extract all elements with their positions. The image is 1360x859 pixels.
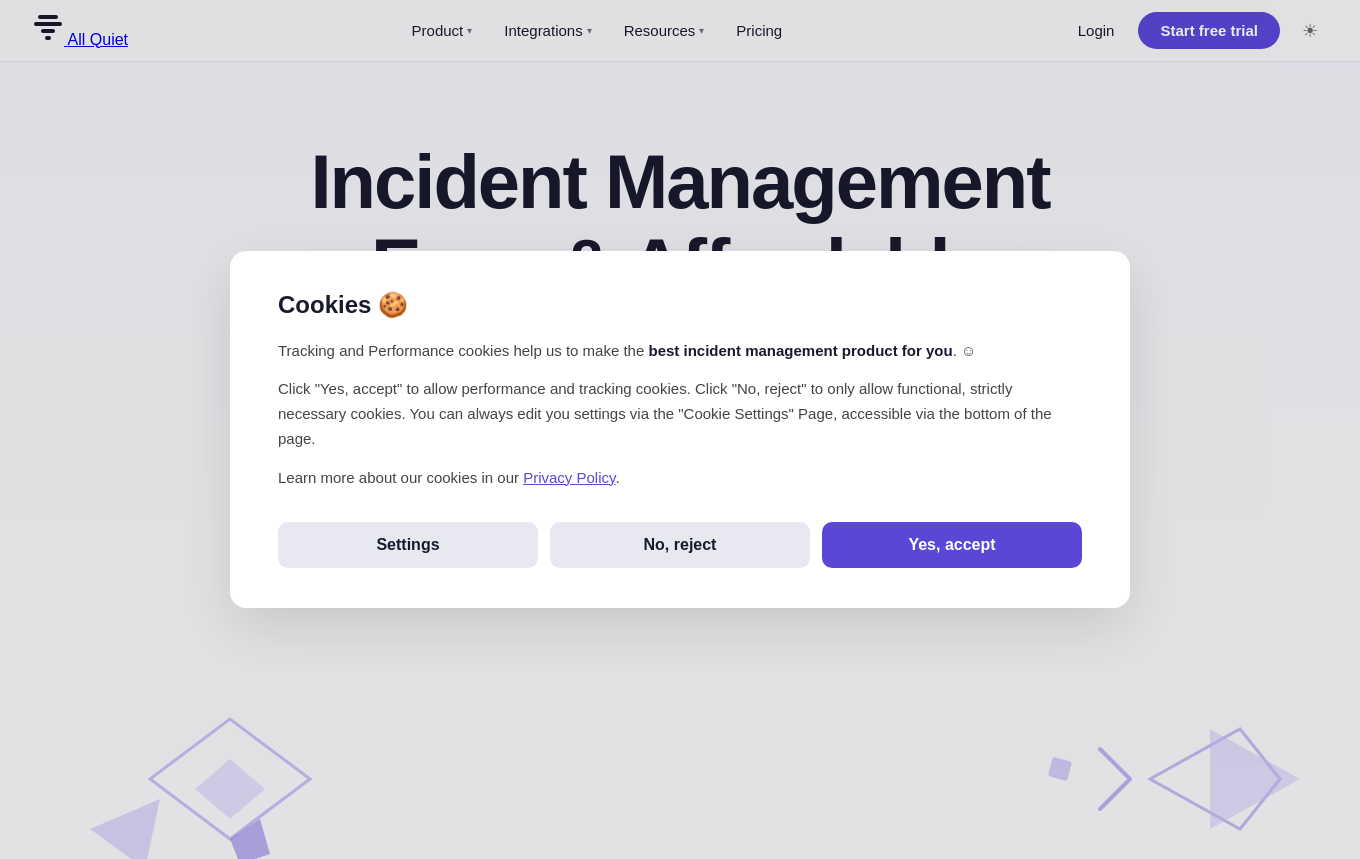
cookie-title: Cookies 🍪	[278, 291, 1082, 319]
cookie-overlay: Cookies 🍪 Tracking and Performance cooki…	[0, 0, 1360, 859]
privacy-policy-link[interactable]: Privacy Policy	[523, 469, 615, 486]
cookie-accept-button[interactable]: Yes, accept	[822, 522, 1082, 568]
cookie-banner: Cookies 🍪 Tracking and Performance cooki…	[230, 251, 1130, 609]
cookie-body-2: Click "Yes, accept" to allow performance…	[278, 377, 1082, 451]
cookie-settings-button[interactable]: Settings	[278, 522, 538, 568]
cookie-privacy: Learn more about our cookies in our Priv…	[278, 466, 1082, 491]
cookie-actions: Settings No, reject Yes, accept	[278, 522, 1082, 568]
cookie-body: Tracking and Performance cookies help us…	[278, 339, 1082, 364]
cookie-reject-button[interactable]: No, reject	[550, 522, 810, 568]
